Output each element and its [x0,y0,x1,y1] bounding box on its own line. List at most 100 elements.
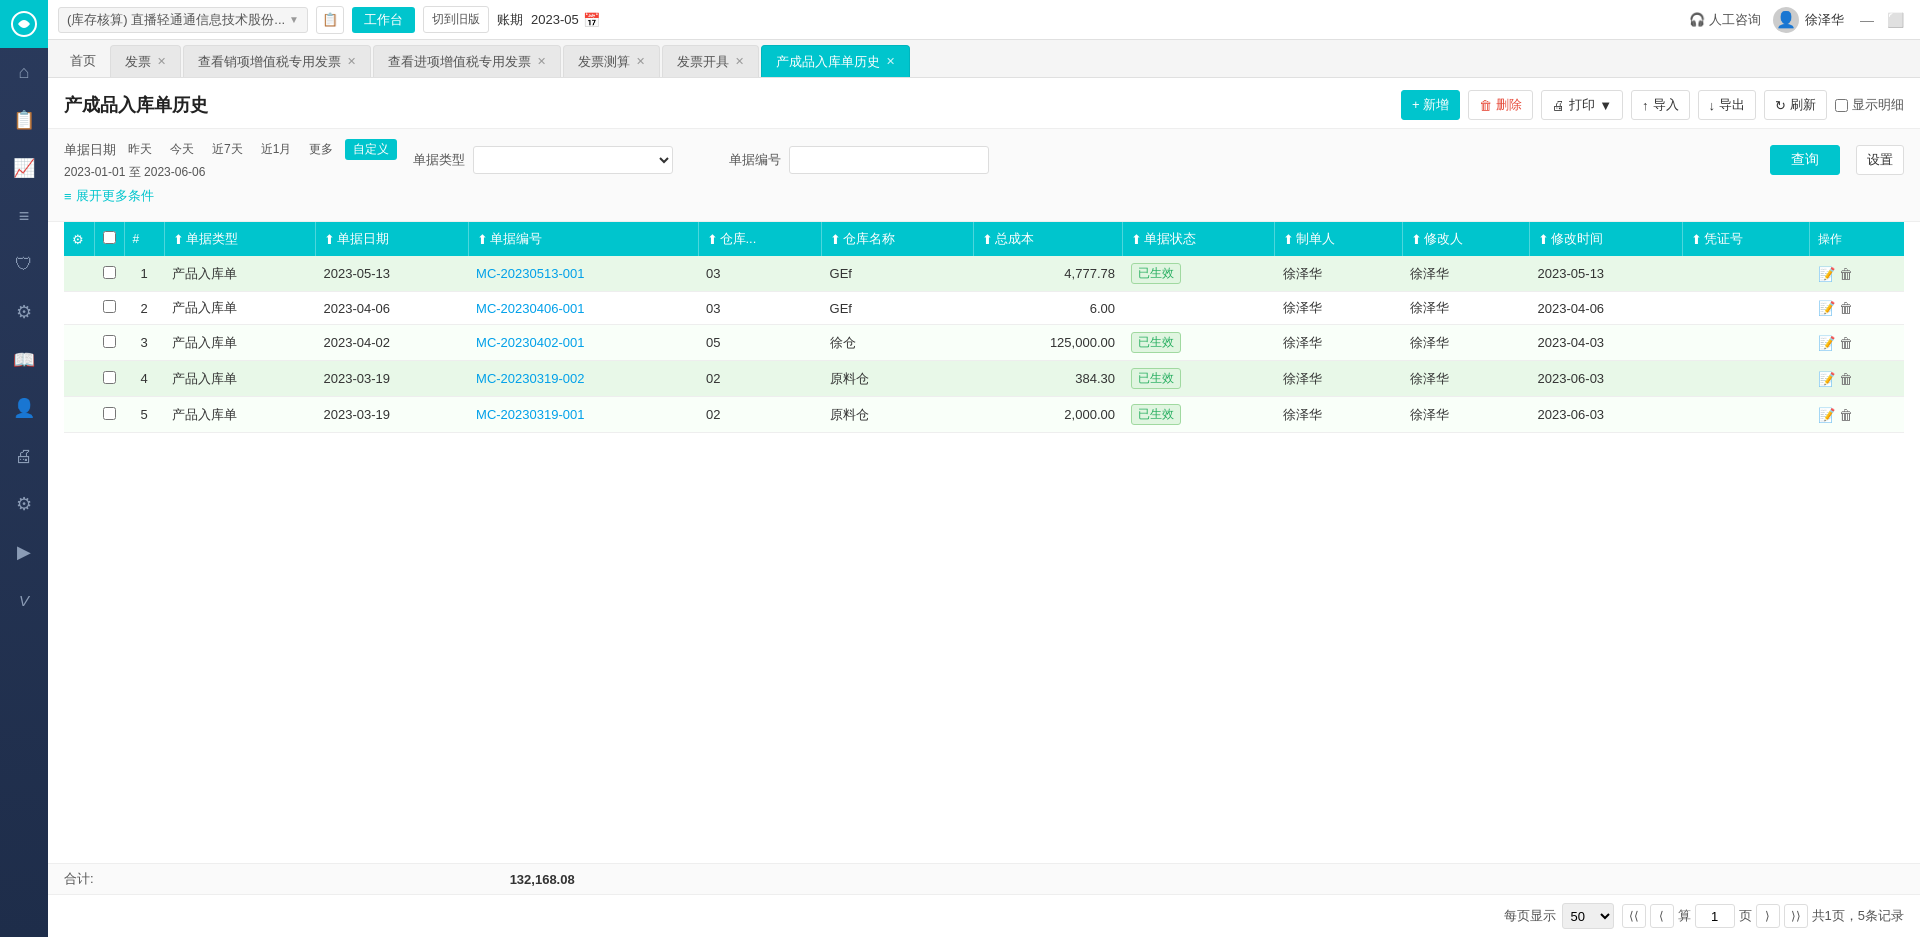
per-page-select[interactable]: 10 20 50 100 [1562,903,1614,929]
sidebar-item-document[interactable]: 📋 [0,96,48,144]
th-voucher[interactable]: ⬆凭证号 [1682,222,1810,256]
sidebar-item-home[interactable]: ⌂ [0,48,48,96]
th-type[interactable]: ⬆单据类型 [164,222,316,256]
tab-invoice-issue[interactable]: 发票开具 ✕ [662,45,759,77]
workspace-button[interactable]: 工作台 [352,7,415,33]
tab-sales-vat-close[interactable]: ✕ [347,55,356,68]
cell-check[interactable] [94,325,124,361]
edit-icon[interactable]: 📝 [1818,300,1835,316]
tab-invoice-calc-close[interactable]: ✕ [636,55,645,68]
th-total-cost[interactable]: ⬆总成本 [973,222,1123,256]
maximize-button[interactable]: ⬜ [1884,9,1906,31]
search-button[interactable]: 查询 [1770,145,1840,175]
th-modifier[interactable]: ⬆修改人 [1402,222,1530,256]
company-selector[interactable]: (库存核算) 直播轻通通信息技术股份... ▼ [58,7,308,33]
type-select[interactable]: 产品入库单 [473,146,673,174]
cell-check[interactable] [94,361,124,397]
row-check-3[interactable] [103,371,116,384]
month-btn[interactable]: 近1月 [255,139,298,160]
edit-icon[interactable]: 📝 [1818,335,1835,351]
sidebar-item-list[interactable]: ≡ [0,192,48,240]
tab-product-history-close[interactable]: ✕ [886,55,895,68]
th-settings[interactable]: ⚙ [64,222,94,256]
number-input[interactable] [789,146,989,174]
tab-home[interactable]: 首页 [58,45,108,77]
cell-number[interactable]: MC-20230319-001 [468,397,698,433]
show-detail-input[interactable] [1835,99,1848,112]
th-modify-time[interactable]: ⬆修改时间 [1530,222,1682,256]
tab-invoice-close[interactable]: ✕ [157,55,166,68]
show-detail-checkbox[interactable]: 显示明细 [1835,96,1904,114]
more-btn[interactable]: 更多 [303,139,339,160]
th-creator[interactable]: ⬆制单人 [1275,222,1403,256]
switch-version-button[interactable]: 切到旧版 [423,6,489,33]
tab-purchase-vat[interactable]: 查看进项增值税专用发票 ✕ [373,45,561,77]
cell-number[interactable]: MC-20230402-001 [468,325,698,361]
edit-icon[interactable]: 📝 [1818,266,1835,282]
today-btn[interactable]: 今天 [164,139,200,160]
row-delete-icon[interactable]: 🗑 [1839,407,1853,423]
next-page-button[interactable]: ⟩ [1756,904,1780,928]
sidebar-item-version[interactable]: V [0,576,48,624]
tab-invoice[interactable]: 发票 ✕ [110,45,181,77]
tab-invoice-issue-close[interactable]: ✕ [735,55,744,68]
setting-button[interactable]: 设置 [1856,145,1904,175]
tab-invoice-calc[interactable]: 发票测算 ✕ [563,45,660,77]
tab-purchase-vat-close[interactable]: ✕ [537,55,546,68]
cell-number[interactable]: MC-20230319-002 [468,361,698,397]
export-button[interactable]: ↓ 导出 [1698,90,1757,120]
cell-number[interactable]: MC-20230513-001 [468,256,698,292]
sidebar-item-shield[interactable]: 🛡 [0,240,48,288]
th-date[interactable]: ⬆单据日期 [316,222,468,256]
cell-status: 已生效 [1123,361,1275,397]
sidebar-item-settings[interactable]: ⚙ [0,480,48,528]
row-check-4[interactable] [103,407,116,420]
minimize-button[interactable]: — [1856,9,1878,31]
expand-more-btn[interactable]: ≡ 展开更多条件 [64,187,154,205]
sidebar-item-user[interactable]: 👤 [0,384,48,432]
cell-check[interactable] [94,397,124,433]
cell-check[interactable] [94,256,124,292]
week-btn[interactable]: 近7天 [206,139,249,160]
sidebar-item-print[interactable]: 🖨 [0,432,48,480]
th-warehouse-code[interactable]: ⬆仓库... [698,222,822,256]
row-delete-icon[interactable]: 🗑 [1839,335,1853,351]
row-delete-icon[interactable]: 🗑 [1839,371,1853,387]
th-status[interactable]: ⬆单据状态 [1123,222,1275,256]
row-delete-icon[interactable]: 🗑 [1839,266,1853,282]
cell-number[interactable]: MC-20230406-001 [468,292,698,325]
check-all-input[interactable] [103,231,116,244]
first-page-button[interactable]: ⟨⟨ [1622,904,1646,928]
row-check-1[interactable] [103,300,116,313]
cell-creator: 徐泽华 [1275,397,1403,433]
edit-icon[interactable]: 📝 [1818,407,1835,423]
new-button[interactable]: + 新增 [1401,90,1460,120]
delete-button[interactable]: 🗑 删除 [1468,90,1533,120]
sidebar-item-book[interactable]: 📖 [0,336,48,384]
row-check-2[interactable] [103,335,116,348]
row-delete-icon[interactable]: 🗑 [1839,300,1853,316]
sidebar-item-gear[interactable]: ⚙ [0,288,48,336]
row-check-0[interactable] [103,266,116,279]
last-page-button[interactable]: ⟩⟩ [1784,904,1808,928]
sidebar-item-chart[interactable]: 📈 [0,144,48,192]
edit-icon[interactable]: 📝 [1818,371,1835,387]
th-check[interactable] [94,222,124,256]
th-number[interactable]: ⬆单据编号 [468,222,698,256]
print-button[interactable]: 🖨 打印 ▼ [1541,90,1623,120]
calendar-icon[interactable]: 📅 [583,12,600,28]
th-warehouse-name[interactable]: ⬆仓库名称 [822,222,974,256]
yesterday-btn[interactable]: 昨天 [122,139,158,160]
user-menu[interactable]: 👤 徐泽华 [1773,7,1844,33]
cell-check[interactable] [94,292,124,325]
sidebar-item-play[interactable]: ▶ [0,528,48,576]
refresh-button[interactable]: ↻ 刷新 [1764,90,1827,120]
import-button[interactable]: ↑ 导入 [1631,90,1690,120]
tab-product-history[interactable]: 产成品入库单历史 ✕ [761,45,910,77]
page-number-input[interactable] [1695,904,1735,928]
help-button[interactable]: 🎧 人工咨询 [1689,11,1761,29]
custom-btn[interactable]: 自定义 [345,139,397,160]
tab-sales-vat[interactable]: 查看销项增值税专用发票 ✕ [183,45,371,77]
prev-page-button[interactable]: ⟨ [1650,904,1674,928]
copy-button[interactable]: 📋 [316,6,344,34]
